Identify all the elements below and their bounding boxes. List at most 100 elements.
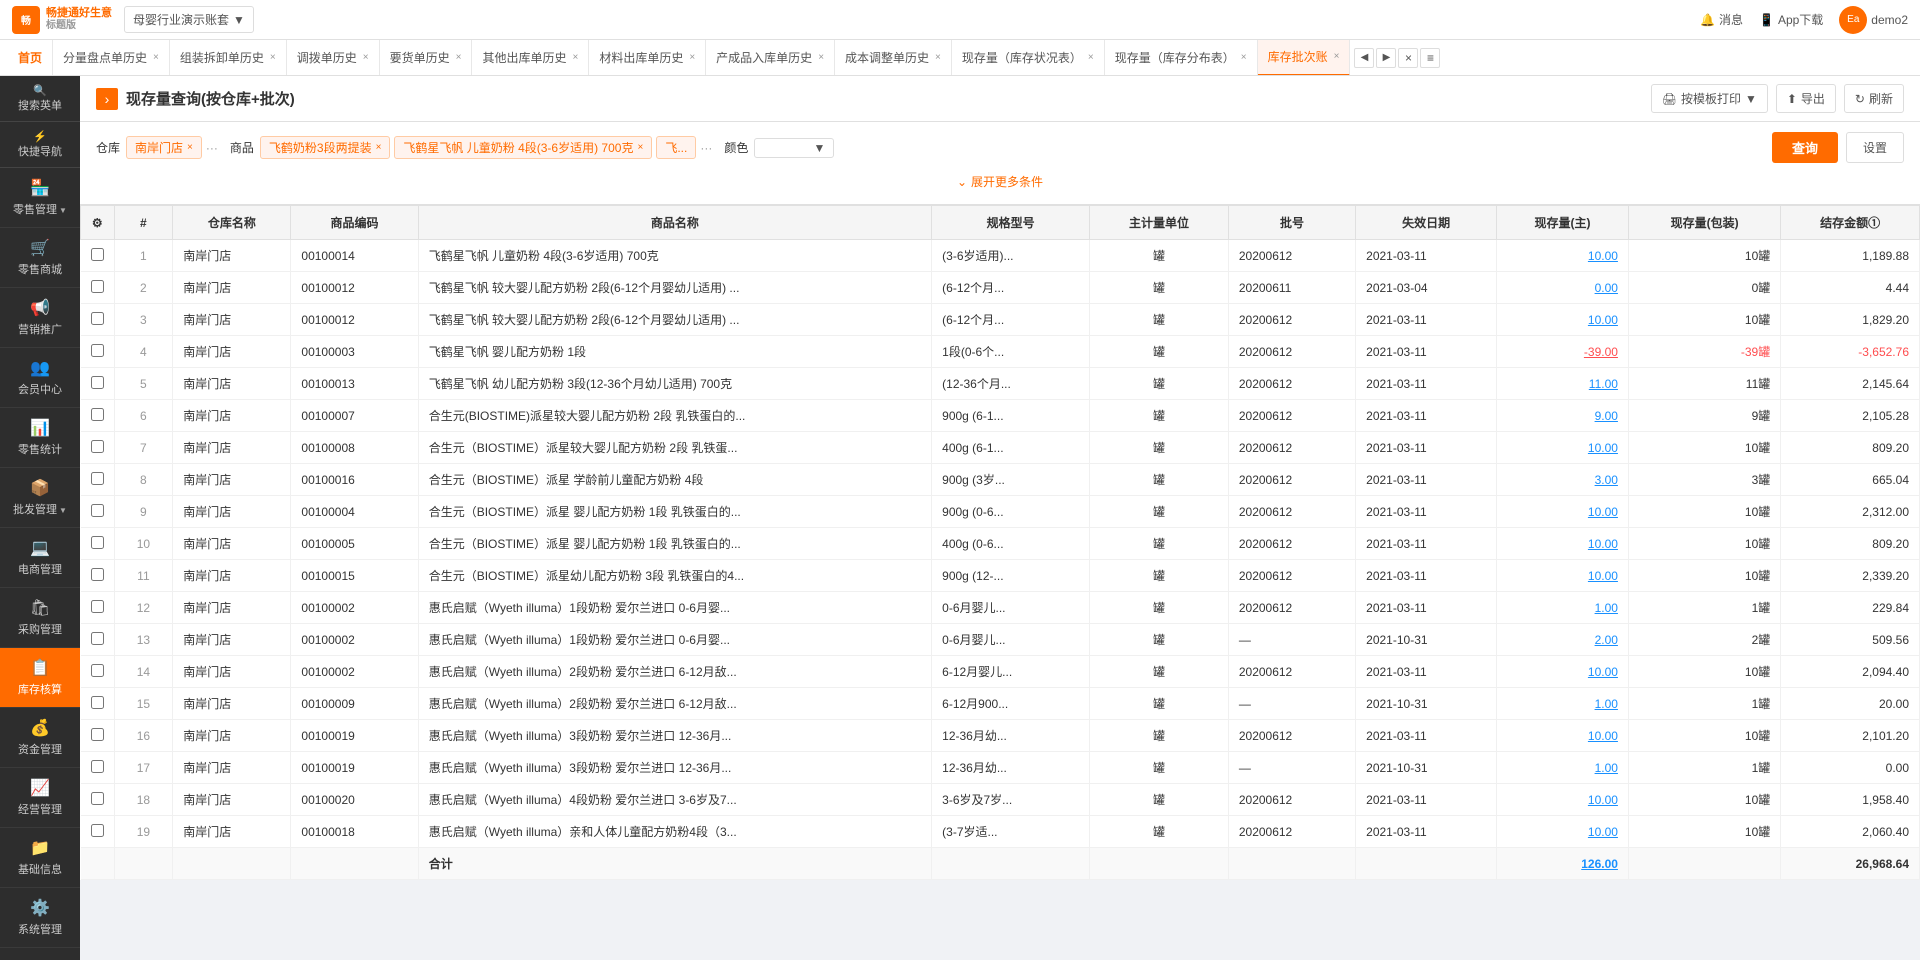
- row-checkbox[interactable]: [81, 752, 115, 784]
- close-icon[interactable]: ×: [1334, 51, 1340, 62]
- close-icon[interactable]: ×: [818, 52, 824, 63]
- warehouse-more-btn[interactable]: ···: [206, 141, 218, 155]
- close-icon[interactable]: ×: [153, 52, 159, 63]
- row-stock-main[interactable]: 1.00: [1497, 592, 1629, 624]
- nav-menu-btn[interactable]: ≡: [1420, 48, 1440, 68]
- row-checkbox[interactable]: [81, 688, 115, 720]
- row-stock-main[interactable]: 10.00: [1497, 816, 1629, 848]
- settings-btn[interactable]: 设置: [1846, 132, 1904, 163]
- nav-prev-btn[interactable]: ◀: [1354, 48, 1374, 68]
- row-checkbox[interactable]: [81, 784, 115, 816]
- row-checkbox[interactable]: [81, 624, 115, 656]
- tab-xiancun2[interactable]: 现存量（库存分布表） ×: [1105, 40, 1258, 76]
- user-area[interactable]: Ea demo2: [1839, 6, 1908, 34]
- close-icon[interactable]: ×: [935, 52, 941, 63]
- row-stock-main[interactable]: 1.00: [1497, 688, 1629, 720]
- sidebar-item-basic[interactable]: 📁 基础信息: [0, 828, 80, 888]
- row-checkbox[interactable]: [81, 560, 115, 592]
- tab-chengpin[interactable]: 产成品入库单历史 ×: [706, 40, 835, 76]
- row-stock-main[interactable]: 10.00: [1497, 656, 1629, 688]
- row-checkbox[interactable]: [81, 272, 115, 304]
- product-tag-0[interactable]: 飞鹤奶粉3段两提装 ×: [260, 136, 391, 159]
- row-stock-main[interactable]: 10.00: [1497, 432, 1629, 464]
- sidebar-item-marketing[interactable]: 📢 营销推广: [0, 288, 80, 348]
- row-stock-main[interactable]: 10.00: [1497, 720, 1629, 752]
- row-stock-main[interactable]: -39.00: [1497, 336, 1629, 368]
- close-icon[interactable]: ×: [689, 52, 695, 63]
- tab-chengben[interactable]: 成本调整单历史 ×: [835, 40, 952, 76]
- app-download-btn[interactable]: 📱 App下载: [1759, 11, 1823, 28]
- sidebar-item-corp[interactable]: 🏢 企业协同: [0, 948, 80, 960]
- nav-close-all-btn[interactable]: ×: [1398, 48, 1418, 68]
- warehouse-tag-close[interactable]: ×: [187, 142, 193, 153]
- row-stock-main[interactable]: 10.00: [1497, 496, 1629, 528]
- row-checkbox[interactable]: [81, 432, 115, 464]
- row-stock-main[interactable]: 10.00: [1497, 304, 1629, 336]
- workspace-selector[interactable]: 母婴行业演示账套 ▼: [124, 6, 254, 33]
- close-icon[interactable]: ×: [270, 52, 276, 63]
- tab-xiancun1[interactable]: 现存量（库存状况表） ×: [952, 40, 1105, 76]
- sidebar-item-ops[interactable]: 📈 经营管理: [0, 768, 80, 828]
- messages-btn[interactable]: 🔔 消息: [1700, 11, 1743, 28]
- color-select[interactable]: ▼: [754, 138, 834, 158]
- warehouse-tag[interactable]: 南岸门店 ×: [126, 136, 202, 159]
- row-stock-main[interactable]: 9.00: [1497, 400, 1629, 432]
- sidebar-item-inventory[interactable]: 📋 库存核算: [0, 648, 80, 708]
- product-more-btn[interactable]: ···: [700, 141, 712, 155]
- row-checkbox[interactable]: [81, 368, 115, 400]
- row-stock-main[interactable]: 10.00: [1497, 784, 1629, 816]
- product-tag-1[interactable]: 飞鹤星飞帆 儿童奶粉 4段(3-6岁适用) 700克 ×: [394, 136, 652, 159]
- row-stock-main[interactable]: 10.00: [1497, 560, 1629, 592]
- nav-next-btn[interactable]: ▶: [1376, 48, 1396, 68]
- row-checkbox[interactable]: [81, 720, 115, 752]
- tab-cailiao[interactable]: 材料出库单历史 ×: [589, 40, 706, 76]
- row-checkbox[interactable]: [81, 304, 115, 336]
- row-stock-main[interactable]: 0.00: [1497, 272, 1629, 304]
- sidebar-item-shop[interactable]: 🛒 零售商城: [0, 228, 80, 288]
- expand-conditions-btn[interactable]: ⌄ 展开更多条件: [949, 169, 1051, 194]
- row-stock-main[interactable]: 2.00: [1497, 624, 1629, 656]
- sidebar-item-ecom[interactable]: 💻 电商管理: [0, 528, 80, 588]
- close-icon[interactable]: ×: [456, 52, 462, 63]
- template-print-btn[interactable]: 🖨 按模板打印 ▼: [1651, 84, 1768, 113]
- sidebar-item-wholesale[interactable]: 📦 批发管理▼: [0, 468, 80, 528]
- row-stock-main[interactable]: 1.00: [1497, 752, 1629, 784]
- product-tag-close-1[interactable]: ×: [637, 142, 643, 153]
- close-icon[interactable]: ×: [1088, 52, 1094, 63]
- sidebar-item-shortcut[interactable]: ⚡ 快捷导航: [0, 122, 80, 168]
- close-icon[interactable]: ×: [572, 52, 578, 63]
- sidebar-item-system[interactable]: ⚙️ 系统管理: [0, 888, 80, 948]
- close-icon[interactable]: ×: [1241, 52, 1247, 63]
- row-checkbox[interactable]: [81, 592, 115, 624]
- row-checkbox[interactable]: [81, 240, 115, 272]
- sidebar-item-finance[interactable]: 💰 资金管理: [0, 708, 80, 768]
- tab-diaob[interactable]: 调拨单历史 ×: [287, 40, 380, 76]
- sidebar-item-member[interactable]: 👥 会员中心: [0, 348, 80, 408]
- product-tag-close-0[interactable]: ×: [376, 142, 382, 153]
- tab-kucun-pici[interactable]: 库存批次账 ×: [1258, 40, 1351, 76]
- query-btn[interactable]: 查询: [1772, 132, 1838, 163]
- close-icon[interactable]: ×: [363, 52, 369, 63]
- sidebar-item-search[interactable]: 🔍 搜索英单: [0, 76, 80, 122]
- refresh-btn[interactable]: ↻ 刷新: [1844, 84, 1904, 113]
- tab-yaohuo[interactable]: 要货单历史 ×: [380, 40, 473, 76]
- row-checkbox[interactable]: [81, 656, 115, 688]
- expand-sidebar-btn[interactable]: ›: [96, 88, 118, 110]
- tab-qita[interactable]: 其他出库单历史 ×: [472, 40, 589, 76]
- sidebar-item-purchase[interactable]: 🛍 采购管理: [0, 588, 80, 648]
- row-stock-main[interactable]: 3.00: [1497, 464, 1629, 496]
- tab-fendian[interactable]: 分量盘点单历史 ×: [53, 40, 170, 76]
- col-checkbox[interactable]: ⚙: [81, 206, 115, 240]
- row-stock-main[interactable]: 10.00: [1497, 528, 1629, 560]
- row-stock-main[interactable]: 11.00: [1497, 368, 1629, 400]
- product-tag-2[interactable]: 飞...: [656, 136, 696, 159]
- table-container[interactable]: ⚙ # 仓库名称 商品编码 商品名称 规格型号 主计量单位 批号 失效日期 现存…: [80, 205, 1920, 960]
- row-checkbox[interactable]: [81, 528, 115, 560]
- sidebar-item-stats[interactable]: 📊 零售统计: [0, 408, 80, 468]
- row-checkbox[interactable]: [81, 816, 115, 848]
- tab-home[interactable]: 首页: [8, 40, 53, 76]
- row-checkbox[interactable]: [81, 336, 115, 368]
- tab-zuzhuang[interactable]: 组装拆卸单历史 ×: [170, 40, 287, 76]
- settings-icon[interactable]: ⚙: [92, 216, 103, 230]
- row-checkbox[interactable]: [81, 496, 115, 528]
